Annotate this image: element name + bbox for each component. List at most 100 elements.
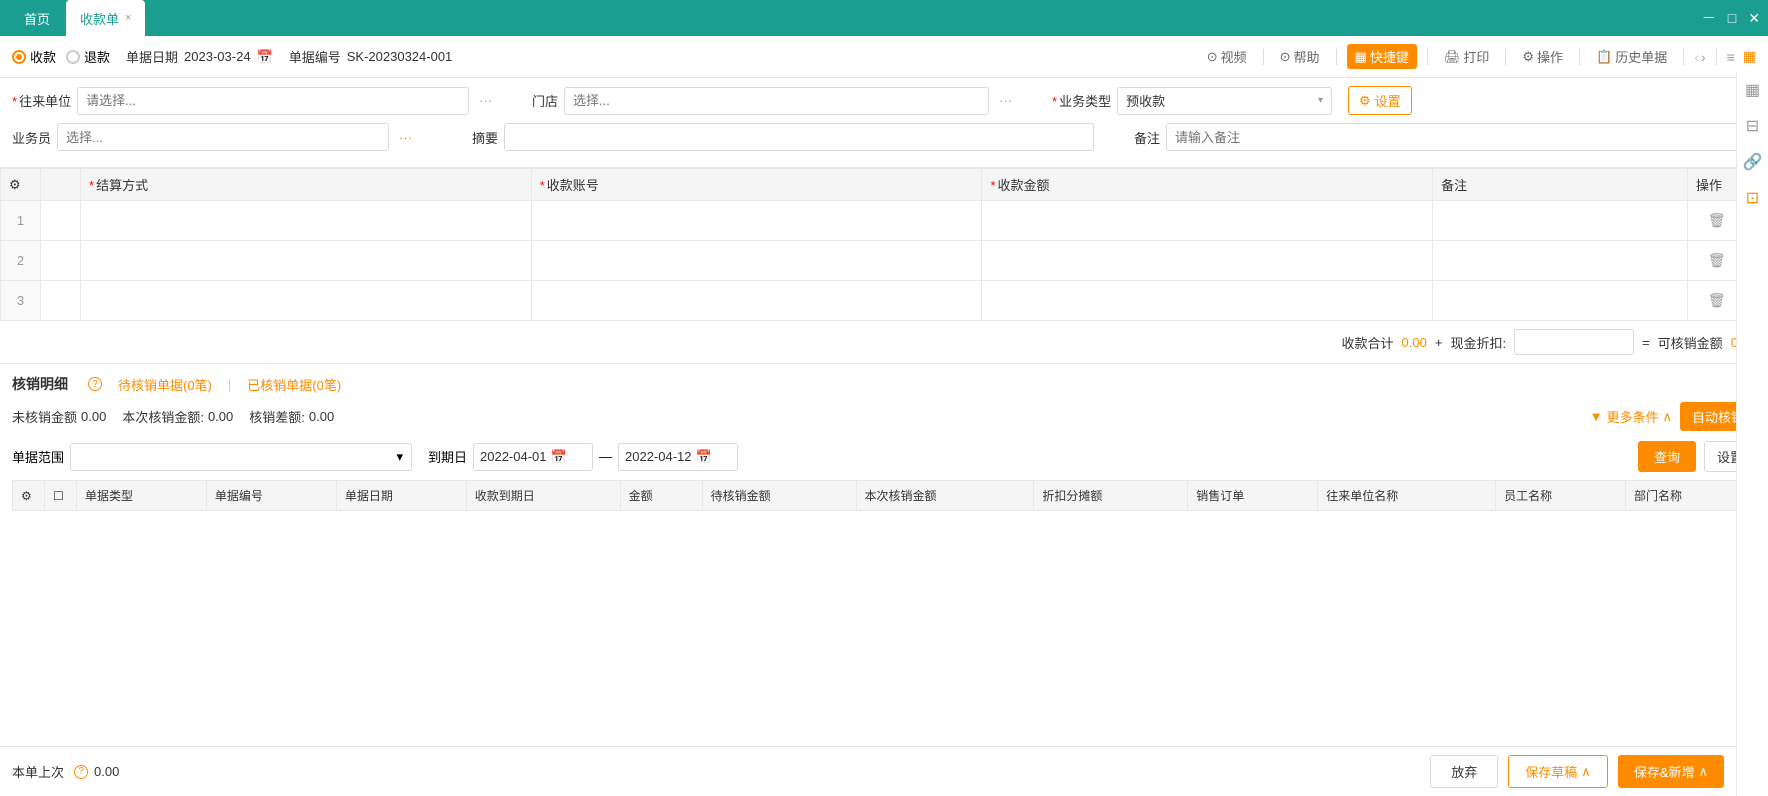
- operation-btn[interactable]: ⚙ 操作: [1516, 45, 1569, 68]
- prev-arrow[interactable]: ‹: [1694, 49, 1699, 65]
- sidebar-list-icon[interactable]: ⊟: [1746, 116, 1759, 136]
- row2-remark[interactable]: [1433, 241, 1688, 281]
- store-input[interactable]: [564, 87, 989, 115]
- biz-type-field: 业务类型 预收款 ▾: [1052, 87, 1332, 115]
- video-label: 视频: [1221, 47, 1247, 66]
- discard-btn[interactable]: 放弃: [1430, 755, 1498, 788]
- row3-account[interactable]: [531, 281, 982, 321]
- save-draft-btn[interactable]: 保存草稿 ∧: [1508, 755, 1608, 788]
- card-view-icon[interactable]: ▦: [1743, 48, 1756, 65]
- date-from-input[interactable]: 2022-04-01 📅: [473, 443, 593, 471]
- row2-delete-btn[interactable]: 🗑: [1704, 250, 1730, 271]
- bill-no-label: 单据编号: [289, 47, 341, 66]
- date-to-input[interactable]: 2022-04-12 📅: [618, 443, 738, 471]
- remark-label: 备注: [1134, 128, 1160, 147]
- row3-payment[interactable]: [81, 281, 532, 321]
- staff-more-icon[interactable]: ···: [399, 130, 412, 145]
- more-filter-btn[interactable]: ▼ 更多条件 ∧: [1590, 407, 1672, 426]
- range-filter: 单据范围 ▾: [12, 443, 412, 471]
- form-area: 往来单位 ··· 门店 ··· 业务类型 预收款 ▾ ⚙ 设置: [0, 78, 1768, 168]
- bill-no-value[interactable]: SK-20230324-001: [347, 49, 453, 64]
- th-amount: 收款金额: [982, 169, 1433, 201]
- bth-unit: 往来单位名称: [1318, 481, 1496, 511]
- th-settings[interactable]: ⚙: [1, 169, 41, 201]
- staff-input[interactable]: [57, 123, 389, 151]
- row1-delete-btn[interactable]: 🗑: [1704, 210, 1730, 231]
- save-new-btn[interactable]: 保存&新增 ∧: [1618, 755, 1724, 788]
- store-more-icon[interactable]: ···: [999, 93, 1012, 108]
- close-icon[interactable]: ✕: [1748, 10, 1760, 27]
- date-from-value: 2022-04-01: [480, 449, 547, 464]
- help-btn[interactable]: ⊙ 帮助: [1274, 45, 1326, 68]
- sidebar-link-icon[interactable]: 🔗: [1743, 152, 1763, 172]
- verify-section: 核销明细 ? 待核销单据(0笔) | 已核销单据(0笔) 未核销金额 0.00 …: [0, 364, 1768, 521]
- help-icon: ⊙: [1280, 49, 1291, 65]
- calendar-icon[interactable]: 📅: [257, 49, 273, 65]
- remark-input[interactable]: [1166, 123, 1756, 151]
- row3-remark[interactable]: [1433, 281, 1688, 321]
- range-select[interactable]: ▾: [70, 443, 412, 471]
- tab-home[interactable]: 首页: [8, 0, 66, 36]
- bill-date-value[interactable]: 2023-03-24: [184, 49, 251, 64]
- list-view-icon[interactable]: ≡: [1727, 49, 1735, 65]
- th-account: 收款账号: [531, 169, 982, 201]
- pending-tab[interactable]: 待核销单据(0笔): [118, 375, 212, 394]
- date-separator: —: [599, 449, 612, 464]
- table-header-row: ⚙ 结算方式 收款账号 收款金额 备注 操作: [1, 169, 1768, 201]
- bill-no-field: 单据编号 SK-20230324-001: [289, 47, 453, 66]
- row1-payment[interactable]: [81, 201, 532, 241]
- row1-remark[interactable]: [1433, 201, 1688, 241]
- tab-active[interactable]: 收款单 ×: [66, 0, 145, 36]
- settings-button[interactable]: ⚙ 设置: [1348, 86, 1412, 115]
- bth-pending: 待核销金额: [702, 481, 856, 511]
- row1-account[interactable]: [531, 201, 982, 241]
- row3-num2: [41, 281, 81, 321]
- next-arrow[interactable]: ›: [1701, 49, 1706, 65]
- done-tab[interactable]: 已核销单据(0笔): [247, 375, 341, 394]
- history-label: 历史单据: [1615, 47, 1667, 66]
- discount-input[interactable]: [1514, 329, 1634, 355]
- row2-account[interactable]: [531, 241, 982, 281]
- row3-amount[interactable]: [982, 281, 1433, 321]
- counterpart-field: 往来单位 ···: [12, 87, 492, 115]
- biz-type-select[interactable]: 预收款 ▾: [1117, 87, 1332, 115]
- sidebar-expand-icon[interactable]: ⊡: [1746, 188, 1759, 208]
- th-remark: 备注: [1433, 169, 1688, 201]
- bth-settings[interactable]: ⚙: [13, 481, 45, 511]
- tab-close-icon[interactable]: ×: [125, 12, 131, 24]
- bth-checkbox[interactable]: ☐: [45, 481, 77, 511]
- shortcut-btn[interactable]: ▦ 快捷键: [1347, 44, 1417, 69]
- discount-label: 现金折扣:: [1450, 333, 1506, 352]
- unverified-label: 未核销金额: [12, 407, 77, 426]
- print-btn[interactable]: 🖨 打印: [1438, 45, 1496, 68]
- save-draft-label: 保存草稿: [1525, 762, 1577, 781]
- date-range: 到期日 2022-04-01 📅 — 2022-04-12 📅: [428, 443, 738, 471]
- query-btn[interactable]: 查询: [1638, 441, 1696, 472]
- row2-payment[interactable]: [81, 241, 532, 281]
- radio-shoukuan[interactable]: 收款: [12, 47, 56, 66]
- prev-info-icon[interactable]: ?: [74, 765, 88, 779]
- settings-label: 设置: [1375, 91, 1401, 110]
- more-filter-arrow: ∧: [1662, 409, 1672, 425]
- row2-amount[interactable]: [982, 241, 1433, 281]
- row3-delete-btn[interactable]: 🗑: [1704, 290, 1730, 311]
- counterpart-input[interactable]: [77, 87, 469, 115]
- row1-amount[interactable]: [982, 201, 1433, 241]
- divider6: [1683, 49, 1684, 65]
- counterpart-more-icon[interactable]: ···: [479, 93, 492, 108]
- summary-input[interactable]: [504, 123, 1094, 151]
- radio-tuikuan[interactable]: 退款: [66, 47, 110, 66]
- table-gear-icon[interactable]: ⚙: [9, 177, 21, 192]
- divider3: [1427, 49, 1428, 65]
- maximize-icon[interactable]: □: [1728, 10, 1736, 26]
- current-stat: 本次核销金额: 0.00: [122, 407, 233, 426]
- th-num: [41, 169, 81, 201]
- divider4: [1505, 49, 1506, 65]
- verify-info-icon[interactable]: ?: [88, 377, 102, 391]
- sidebar-table-icon[interactable]: ▦: [1745, 80, 1760, 100]
- bth-date: 单据日期: [336, 481, 466, 511]
- filter-icon: ▼: [1590, 409, 1603, 424]
- minimize-icon[interactable]: －: [1702, 8, 1716, 28]
- video-btn[interactable]: ⊙ 视频: [1201, 45, 1253, 68]
- history-btn[interactable]: 📋 历史单据: [1590, 45, 1673, 68]
